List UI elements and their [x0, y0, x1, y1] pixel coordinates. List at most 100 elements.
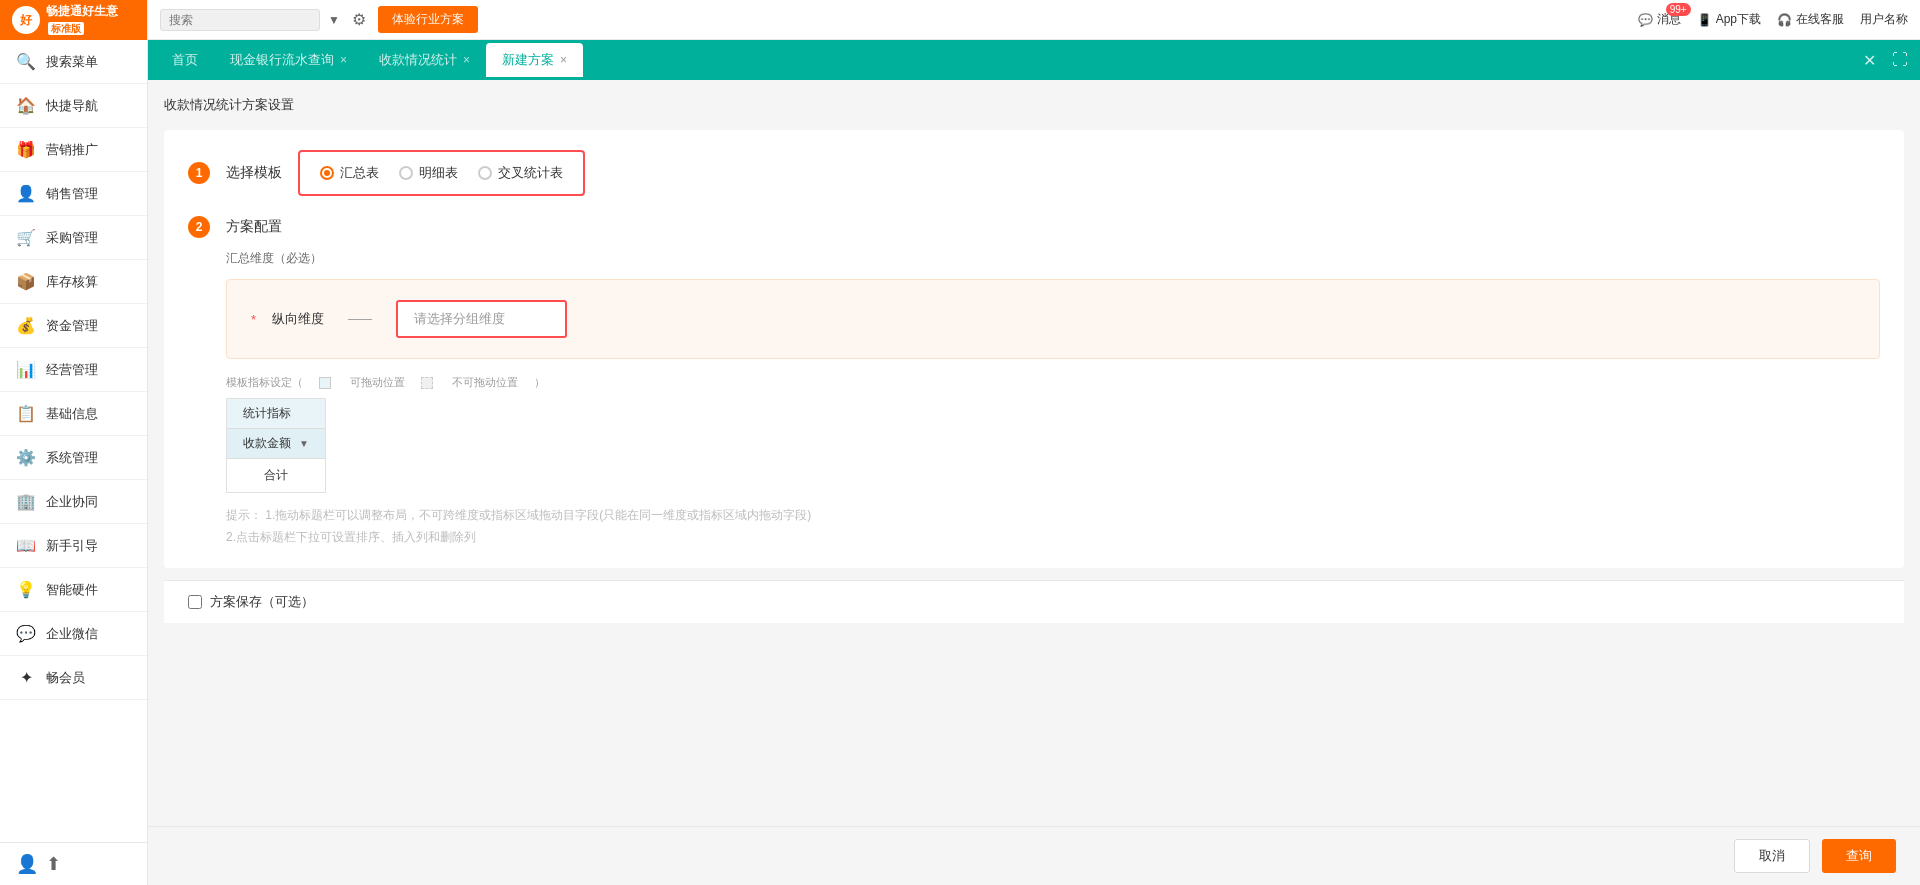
user-bottom-icon[interactable]: 👤 [16, 853, 38, 875]
user-name: 用户名称 [1860, 11, 1908, 28]
search-input[interactable] [160, 9, 320, 31]
industry-btn[interactable]: 体验行业方案 [378, 6, 478, 33]
upload-icon[interactable]: ⬆ [46, 853, 61, 875]
tab-collection[interactable]: 收款情况统计 × [363, 43, 486, 77]
sidebar-item-base-info[interactable]: 📋 基础信息 [0, 392, 147, 436]
collection-amount-row[interactable]: 收款金额 ▼ [227, 429, 325, 459]
sidebar-item-label: 企业协同 [46, 493, 98, 511]
cancel-button[interactable]: 取消 [1734, 839, 1810, 873]
sidebar-item-finance[interactable]: 💰 资金管理 [0, 304, 147, 348]
sidebar-item-inventory[interactable]: 📦 库存核算 [0, 260, 147, 304]
bulb-icon: 💡 [16, 580, 36, 599]
sidebar-item-guide[interactable]: 📖 新手引导 [0, 524, 147, 568]
chat-icon: 💬 [16, 624, 36, 643]
radio-circle-cross [478, 166, 492, 180]
radio-group: 汇总表 明细表 交叉统计表 [320, 164, 563, 182]
radio-detail[interactable]: 明细表 [399, 164, 458, 182]
search-icon: 🔍 [16, 52, 36, 71]
tab-bank-flow[interactable]: 现金银行流水查询 × [214, 43, 363, 77]
metrics-section: 模板指标设定（ 可拖动位置 不可拖动位置 ） 统计指标 [226, 375, 1880, 493]
tips-section: 提示： 1.拖动标题栏可以调整布局，不可跨维度或指标区域拖动目字段(只能在同一维… [226, 505, 1880, 548]
draggable-legend-box [319, 377, 331, 389]
step2-body: 汇总维度（必选） * 纵向维度 —— 请选择分组维度 [226, 250, 1880, 548]
tab-bank-close[interactable]: × [340, 54, 347, 66]
tab-collection-close[interactable]: × [463, 54, 470, 66]
tab-new-plan-label: 新建方案 [502, 51, 554, 69]
tab-new-plan[interactable]: 新建方案 × [486, 43, 583, 77]
save-checkbox[interactable] [188, 595, 202, 609]
dimension-title: 汇总维度（必选） [226, 250, 1880, 267]
dim-row: * 纵向维度 —— 请选择分组维度 [251, 300, 1855, 338]
sidebar-item-operations[interactable]: 📊 经营管理 [0, 348, 147, 392]
query-button[interactable]: 查询 [1822, 839, 1896, 873]
dimension-area: * 纵向维度 —— 请选择分组维度 [226, 279, 1880, 359]
save-label: 方案保存（可选） [210, 593, 314, 611]
sidebar-item-search[interactable]: 🔍 搜索菜单 [0, 40, 147, 84]
gear-icon: ⚙️ [16, 448, 36, 467]
book-icon: 📖 [16, 536, 36, 555]
sidebar-item-label: 畅会员 [46, 669, 85, 687]
sidebar-item-quick-nav[interactable]: 🏠 快捷导航 [0, 84, 147, 128]
sidebar-item-label: 搜索菜单 [46, 53, 98, 71]
sidebar-item-label: 新手引导 [46, 537, 98, 555]
user-icon: 👤 [16, 184, 36, 203]
radio-circle-detail [399, 166, 413, 180]
sidebar-item-hardware[interactable]: 💡 智能硬件 [0, 568, 147, 612]
step2-num: 2 [188, 216, 210, 238]
step1-label: 选择模板 [226, 164, 282, 182]
sidebar-item-marketing[interactable]: 🎁 营销推广 [0, 128, 147, 172]
radio-cross[interactable]: 交叉统计表 [478, 164, 563, 182]
cart-icon: 🛒 [16, 228, 36, 247]
logo-tag: 标准版 [48, 22, 84, 35]
content-area: 收款情况统计方案设置 1 选择模板 汇总表 明细表 [148, 80, 1920, 826]
metrics-close-paren: ） [534, 375, 545, 390]
sidebar-item-member[interactable]: ✦ 畅会员 [0, 656, 147, 700]
topbar-dropdown[interactable]: ▼ [328, 13, 340, 27]
main-area: ▼ ⚙ 体验行业方案 💬 消息 99+ 📱 App下载 🎧 在线客服 用户名称 … [148, 0, 1920, 885]
sidebar-item-label: 销售管理 [46, 185, 98, 203]
bottom-bar: 方案保存（可选） [164, 580, 1904, 623]
radio-summary[interactable]: 汇总表 [320, 164, 379, 182]
sidebar-item-sales[interactable]: 👤 销售管理 [0, 172, 147, 216]
tab-new-plan-close[interactable]: × [560, 54, 567, 66]
draggable-label: 可拖动位置 [350, 375, 405, 390]
step2-container: 2 方案配置 汇总维度（必选） * 纵向维度 —— 请选择分组维度 [188, 216, 1880, 548]
message-icon: 💬 [1638, 13, 1653, 27]
collection-amount-label: 收款金额 [243, 435, 291, 452]
money-icon: 💰 [16, 316, 36, 335]
stats-header-label: 统计指标 [243, 405, 291, 422]
topbar-gear-icon[interactable]: ⚙ [352, 10, 366, 29]
step1-num: 1 [188, 162, 210, 184]
total-label: 合计 [264, 468, 288, 482]
tabbar-close-btn[interactable]: ✕ [1859, 47, 1880, 74]
tab-home[interactable]: 首页 [156, 43, 214, 77]
dim-select-box[interactable]: 请选择分组维度 [396, 300, 567, 338]
metrics-legend: 模板指标设定（ 可拖动位置 不可拖动位置 ） [226, 375, 1880, 390]
step2-label: 方案配置 [226, 218, 282, 236]
clipboard-icon: 📋 [16, 404, 36, 423]
radio-circle-summary [320, 166, 334, 180]
sidebar-item-label: 库存核算 [46, 273, 98, 291]
sidebar-item-purchase[interactable]: 🛒 采购管理 [0, 216, 147, 260]
box-icon: 📦 [16, 272, 36, 291]
sidebar-item-label: 智能硬件 [46, 581, 98, 599]
metrics-table: 统计指标 收款金额 ▼ 合计 [226, 398, 326, 493]
sidebar-item-system[interactable]: ⚙️ 系统管理 [0, 436, 147, 480]
app-download[interactable]: 📱 App下载 [1697, 11, 1761, 28]
sidebar-logo: 好 畅捷通好生意 标准版 [0, 0, 147, 40]
sidebar-item-label: 营销推广 [46, 141, 98, 159]
sidebar-item-label: 采购管理 [46, 229, 98, 247]
tab-collection-label: 收款情况统计 [379, 51, 457, 69]
online-service[interactable]: 🎧 在线客服 [1777, 11, 1844, 28]
metrics-label: 模板指标设定（ [226, 375, 303, 390]
tabbar-expand-btn[interactable]: ⛶ [1888, 47, 1912, 74]
nondraggable-legend-box [421, 377, 433, 389]
message-badge[interactable]: 💬 消息 99+ [1638, 11, 1681, 28]
sidebar-item-label: 快捷导航 [46, 97, 98, 115]
sidebar-item-wechat[interactable]: 💬 企业微信 [0, 612, 147, 656]
sidebar-bottom: 👤 ⬆ [0, 842, 147, 885]
service-label: 在线客服 [1796, 11, 1844, 28]
sidebar-item-enterprise[interactable]: 🏢 企业协同 [0, 480, 147, 524]
message-count: 99+ [1666, 3, 1691, 16]
sidebar-item-label: 资金管理 [46, 317, 98, 335]
